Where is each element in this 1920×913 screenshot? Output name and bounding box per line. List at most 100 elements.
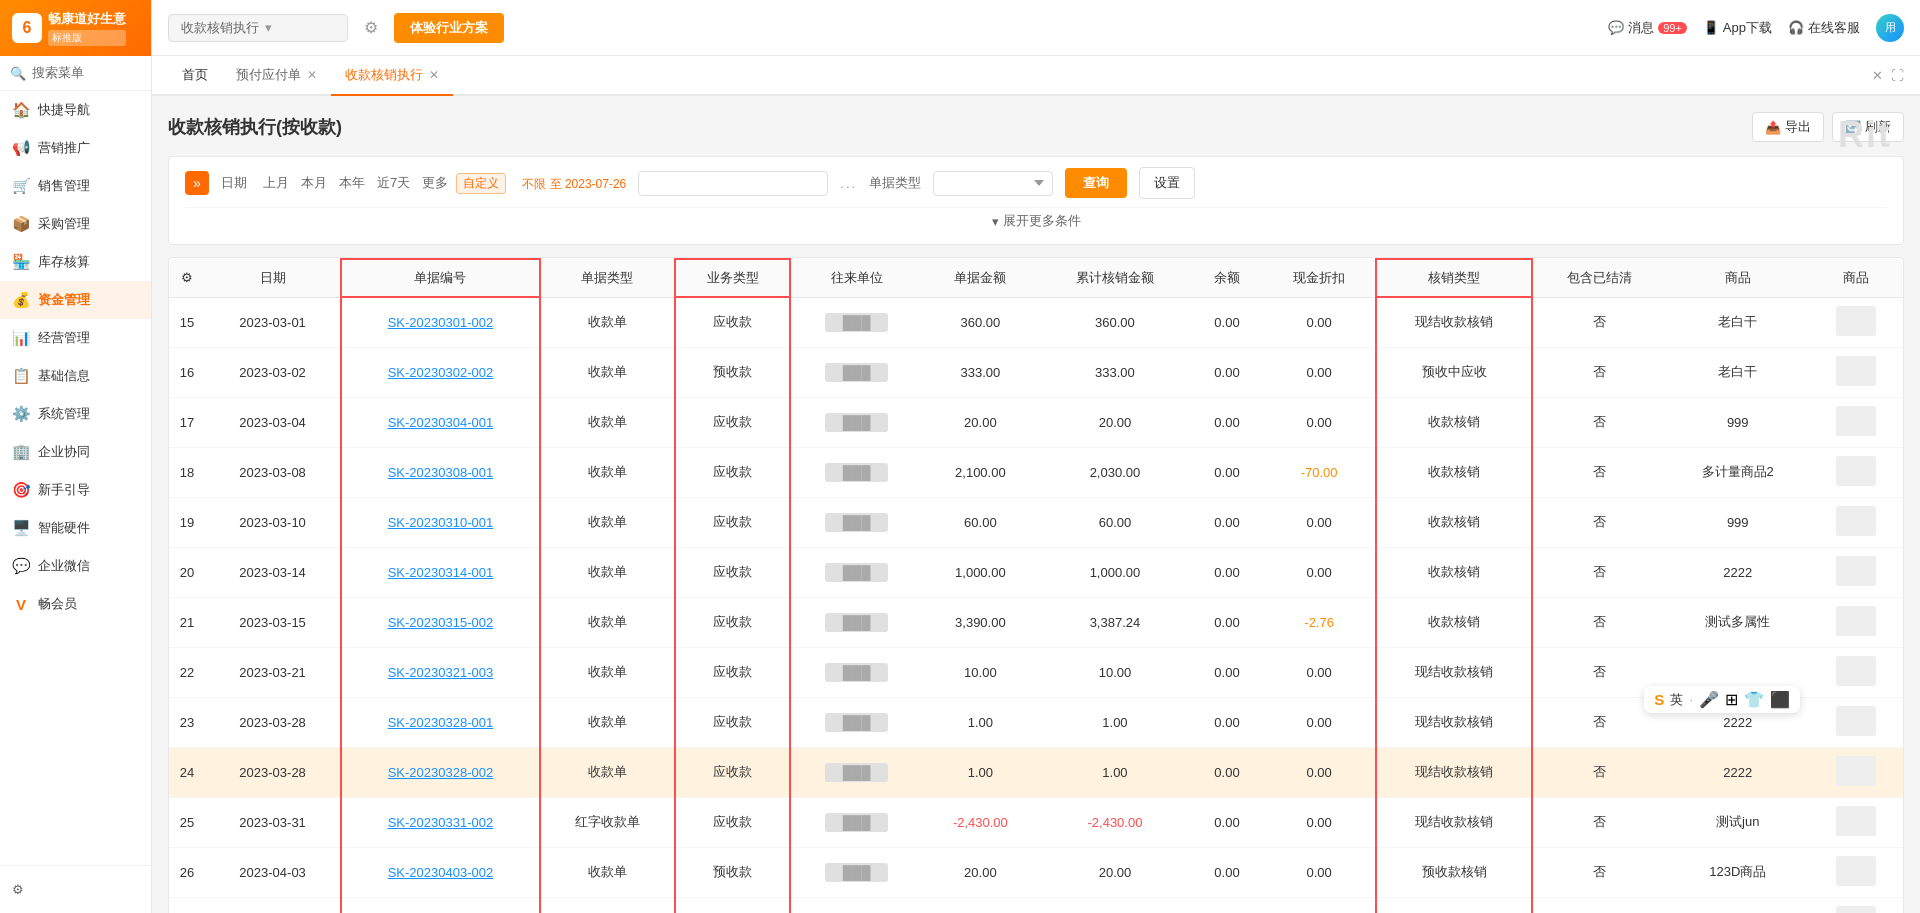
table-row[interactable]: 152023-03-01SK-20230301-002收款单应收款███360.… [169, 297, 1903, 347]
shirt-icon[interactable]: 👕 [1744, 690, 1764, 709]
cell-bill-no[interactable]: SK-20230331-002 [341, 797, 540, 847]
table-row[interactable]: 222023-03-21SK-20230321-003收款单应收款███10.0… [169, 647, 1903, 697]
sidebar-item-marketing[interactable]: 📢 营销推广 [0, 129, 151, 167]
tab-close-all-icon[interactable]: ✕ [1872, 68, 1883, 83]
cell-bill-no[interactable]: SK-20230315-002 [341, 597, 540, 647]
cell-bill-type: 收款单 [540, 897, 675, 913]
sidebar-item-wechat[interactable]: 💬 企业微信 [0, 547, 151, 585]
cell-bill-no[interactable]: SK-20230301-002 [341, 297, 540, 347]
sidebar-settings[interactable]: ⚙ [0, 874, 151, 905]
table-row[interactable]: 162023-03-02SK-20230302-002收款单预收款███333.… [169, 347, 1903, 397]
headset-icon: 🎧 [1788, 20, 1804, 35]
query-btn[interactable]: 查询 [1065, 168, 1127, 198]
mic-icon[interactable]: 🎤 [1699, 690, 1719, 709]
expand-more-btn[interactable]: ▾ 展开更多条件 [185, 207, 1887, 234]
sidebar-item-finance[interactable]: 💰 资金管理 [0, 281, 151, 319]
sidebar-item-member[interactable]: V 畅会员 [0, 585, 151, 623]
sidebar-item-basic[interactable]: 📋 基础信息 [0, 357, 151, 395]
export-btn[interactable]: 📤 导出 [1752, 112, 1824, 142]
filter-this-year[interactable]: 本年 [335, 172, 369, 194]
tab-prepay-label: 预付应付单 [236, 66, 301, 84]
industry-btn[interactable]: 体验行业方案 [394, 13, 504, 43]
filter-custom-btn[interactable]: 自定义 [456, 173, 506, 194]
cell-bill-no[interactable]: SK-20230314-001 [341, 547, 540, 597]
table-row[interactable]: 252023-03-31SK-20230331-002红字收款单应收款███-2… [169, 797, 1903, 847]
cell-bill-no[interactable]: SK-20230308-001 [341, 447, 540, 497]
cell-partner: ███ [790, 347, 922, 397]
sidebar-item-operations[interactable]: 📊 经营管理 [0, 319, 151, 357]
tab-collection-close[interactable]: ✕ [429, 68, 439, 82]
filter-last-month[interactable]: 上月 [259, 172, 293, 194]
breadcrumb[interactable]: 收款核销执行 ▾ [168, 14, 348, 42]
cell-bill-no[interactable]: SK-20230321-003 [341, 647, 540, 697]
user-avatar[interactable]: 用 [1876, 14, 1904, 42]
sidebar-item-inventory[interactable]: 🏪 库存核算 [0, 243, 151, 281]
tab-home[interactable]: 首页 [168, 56, 222, 96]
sidebar-item-quick-nav[interactable]: 🏠 快捷导航 [0, 91, 151, 129]
filter-7days[interactable]: 近7天 [373, 172, 414, 194]
col-balance: 余额 [1191, 259, 1263, 297]
table-row[interactable]: 272023-04-08SK-20230408-001收款单应收款███100.… [169, 897, 1903, 913]
grid-icon[interactable]: ⊞ [1725, 690, 1738, 709]
notification-btn[interactable]: 💬 消息 99+ [1608, 19, 1687, 37]
apps-icon[interactable]: ⬛ [1770, 690, 1790, 709]
refresh-btn[interactable]: 🔄 刷新 [1832, 112, 1904, 142]
sidebar-item-enterprise[interactable]: 🏢 企业协同 [0, 433, 151, 471]
sidebar-item-sales[interactable]: 🛒 销售管理 [0, 167, 151, 205]
filter-this-month[interactable]: 本月 [297, 172, 331, 194]
cell-discount: 0.00 [1263, 747, 1377, 797]
sidebar-item-purchase[interactable]: 📦 采购管理 [0, 205, 151, 243]
col-write-off: 累计核销金额 [1039, 259, 1192, 297]
app-download-label: App下载 [1723, 19, 1772, 37]
table-row[interactable]: 212023-03-15SK-20230315-002收款单应收款███3,39… [169, 597, 1903, 647]
cell-bill-no[interactable]: SK-20230328-001 [341, 697, 540, 747]
settings-btn[interactable]: 设置 [1139, 167, 1195, 199]
tab-prepay[interactable]: 预付应付单 ✕ [222, 56, 331, 96]
cell-biz-type: 应收款 [675, 497, 790, 547]
cell-bill-no[interactable]: SK-20230304-001 [341, 397, 540, 447]
cell-write-off-type: 现结收款核销 [1376, 647, 1532, 697]
online-service-btn[interactable]: 🎧 在线客服 [1788, 19, 1860, 37]
bill-type-select[interactable] [933, 171, 1053, 196]
partner-input[interactable] [638, 171, 828, 196]
tab-collection[interactable]: 收款核销执行 ✕ [331, 56, 453, 96]
sidebar-item-guide[interactable]: 🎯 新手引导 [0, 471, 151, 509]
table-row[interactable]: 182023-03-08SK-20230308-001收款单应收款███2,10… [169, 447, 1903, 497]
table-row[interactable]: 192023-03-10SK-20230310-001收款单应收款███60.0… [169, 497, 1903, 547]
search-icon: 🔍 [10, 66, 26, 81]
app-download-btn[interactable]: 📱 App下载 [1703, 19, 1772, 37]
cell-include-cleared: 否 [1532, 347, 1666, 397]
cell-bill-no[interactable]: SK-20230403-002 [341, 847, 540, 897]
cell-biz-type: 预收款 [675, 347, 790, 397]
topbar: 收款核销执行 ▾ ⚙ 体验行业方案 💬 消息 99+ 📱 App下载 🎧 在线客… [152, 0, 1920, 56]
tabbar-actions: ✕ ⛶ [1872, 68, 1904, 83]
filter-toggle-btn[interactable]: » [185, 171, 209, 195]
breadcrumb-text: 收款核销执行 [181, 19, 259, 37]
cell-bill-no[interactable]: SK-20230310-001 [341, 497, 540, 547]
settings-icon[interactable]: ⚙ [360, 14, 382, 41]
sidebar-search[interactable]: 🔍 搜索菜单 [0, 56, 151, 91]
sidebar-item-hardware[interactable]: 🖥️ 智能硬件 [0, 509, 151, 547]
tab-prepay-close[interactable]: ✕ [307, 68, 317, 82]
table-row[interactable]: 232023-03-28SK-20230328-001收款单应收款███1.00… [169, 697, 1903, 747]
tab-expand-icon[interactable]: ⛶ [1891, 68, 1904, 83]
cell-include-cleared: 否 [1532, 447, 1666, 497]
table-row[interactable]: 242023-03-28SK-20230328-002收款单应收款███1.00… [169, 747, 1903, 797]
purchase-icon: 📦 [12, 215, 30, 233]
logo-name: 畅康道好生意 [48, 10, 126, 28]
system-icon: ⚙️ [12, 405, 30, 423]
cell-partner: ███ [790, 497, 922, 547]
col-settings[interactable]: ⚙ [169, 259, 205, 297]
sidebar-item-system[interactable]: ⚙️ 系统管理 [0, 395, 151, 433]
cell-include-cleared: 否 [1532, 597, 1666, 647]
cell-biz-type: 应收款 [675, 797, 790, 847]
cell-bill-type: 收款单 [540, 597, 675, 647]
cell-write-off: 60.00 [1039, 497, 1192, 547]
table-row[interactable]: 262023-04-03SK-20230403-002收款单预收款███20.0… [169, 847, 1903, 897]
cell-bill-no[interactable]: SK-20230302-002 [341, 347, 540, 397]
table-row[interactable]: 202023-03-14SK-20230314-001收款单应收款███1,00… [169, 547, 1903, 597]
cell-bill-no[interactable]: SK-20230408-001 [341, 897, 540, 913]
cell-bill-no[interactable]: SK-20230328-002 [341, 747, 540, 797]
table-row[interactable]: 172023-03-04SK-20230304-001收款单应收款███20.0… [169, 397, 1903, 447]
filter-more[interactable]: 更多 [418, 172, 452, 194]
